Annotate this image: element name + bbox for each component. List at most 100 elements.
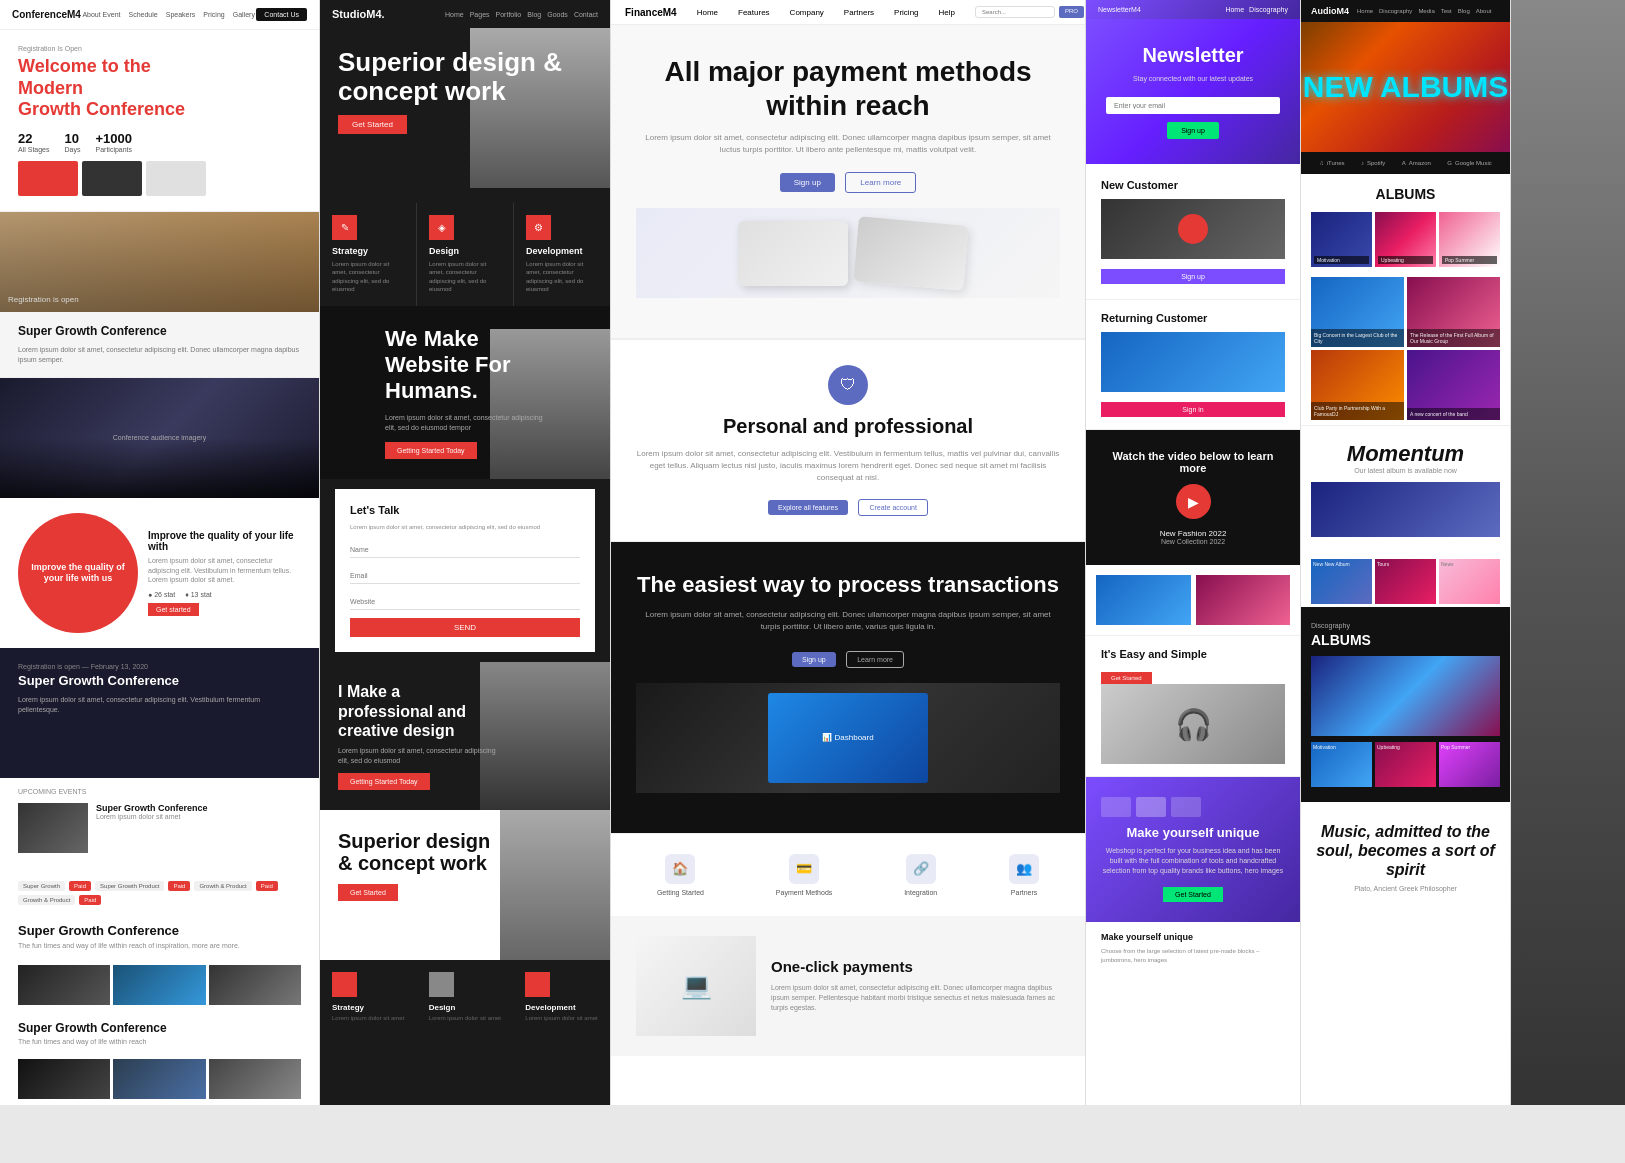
studio-email-input[interactable] bbox=[350, 568, 580, 584]
newsletter-video-title: Watch the video below to learn more bbox=[1101, 450, 1285, 474]
studio-website-input[interactable] bbox=[350, 594, 580, 610]
audio-event-1[interactable]: Big Concert in the Largest Club of the C… bbox=[1311, 277, 1404, 347]
studio-nav-pages[interactable]: Pages bbox=[470, 11, 490, 18]
audio-event-3[interactable]: Club Party in Partnership With a FamousD… bbox=[1311, 350, 1404, 420]
finance-one-click-section: 💻 One-click payments Lorem ipsum dolor s… bbox=[611, 916, 1085, 1056]
studio-getting-started-btn[interactable]: Getting Started Today bbox=[385, 442, 477, 459]
finance-logo: FinanceM4 bbox=[625, 7, 677, 18]
audio-amazon[interactable]: A Amazon bbox=[1402, 160, 1431, 166]
audio-nav-test[interactable]: Test bbox=[1441, 8, 1452, 14]
conf-tag-4[interactable]: Growth & Product bbox=[18, 895, 75, 905]
newsletter-easy-btn[interactable]: Get Started bbox=[1101, 672, 1152, 684]
finance-shield-icon: 🛡 bbox=[828, 365, 868, 405]
audio-event-2[interactable]: The Release of the First Full Album of O… bbox=[1407, 277, 1500, 347]
audio-disco-upbeating[interactable]: Upbeating bbox=[1375, 742, 1436, 787]
studio-nav-home[interactable]: Home bbox=[445, 11, 464, 18]
conf-nav-schedule[interactable]: Schedule bbox=[129, 11, 158, 18]
finance-create-btn[interactable]: Create account bbox=[858, 499, 927, 516]
conf-nav-pricing[interactable]: Pricing bbox=[203, 11, 224, 18]
newsletter-email-input[interactable] bbox=[1106, 97, 1280, 114]
studio-logo: StudioM4. bbox=[332, 8, 385, 20]
conf-nav-speakers[interactable]: Speakers bbox=[166, 11, 196, 18]
nl-nav-disco[interactable]: Discography bbox=[1249, 6, 1288, 13]
conf-tag-paid-2[interactable]: Paid bbox=[168, 881, 190, 891]
studio-dark-text: Lorem ipsum dolor sit amet, consectetur … bbox=[385, 413, 545, 433]
audio-nav-media[interactable]: Media bbox=[1418, 8, 1434, 14]
studio-strategy-icon: ✎ bbox=[332, 215, 357, 240]
studio-creative-cta-btn[interactable]: Getting Started Today bbox=[338, 773, 430, 790]
newsletter-coll-2 bbox=[1196, 575, 1291, 625]
audio-nav-blog[interactable]: Blog bbox=[1458, 8, 1470, 14]
newsletter-unique-btn[interactable]: Get Started bbox=[1163, 887, 1223, 902]
newsletter-video-section: Watch the video below to learn more ▶ Ne… bbox=[1086, 430, 1300, 565]
conf-tag-paid-1[interactable]: Paid bbox=[69, 881, 91, 891]
finance-nav-features[interactable]: Features bbox=[738, 8, 770, 17]
audio-tours[interactable]: Tours bbox=[1375, 559, 1436, 604]
finance-search-input[interactable] bbox=[975, 6, 1055, 18]
audio-event-4[interactable]: A new concert of the band bbox=[1407, 350, 1500, 420]
conf-thumb-3 bbox=[146, 161, 206, 196]
newsletter-submit-btn[interactable]: Sign up bbox=[1167, 122, 1219, 139]
finance-explore-btn[interactable]: Explore all features bbox=[768, 500, 848, 515]
studio-name-input[interactable] bbox=[350, 542, 580, 558]
conf-tag-3[interactable]: Growth & Product bbox=[194, 881, 251, 891]
audio-google-music[interactable]: G Google Music bbox=[1447, 160, 1491, 166]
finance-nav-company[interactable]: Company bbox=[790, 8, 824, 17]
studio-nav-goods[interactable]: Goods bbox=[547, 11, 568, 18]
newsletter-logo: NewsletterM4 bbox=[1098, 6, 1141, 13]
audio-album-upbeating[interactable]: Upbeating bbox=[1375, 212, 1436, 267]
conf-nav-about[interactable]: About Event bbox=[82, 11, 120, 18]
conf-section1-title: Super Growth Conference bbox=[18, 324, 301, 340]
column-finance: FinanceM4 Home Features Company Partners… bbox=[610, 0, 1085, 1105]
conf-section1-text: Lorem ipsum dolor sit amet, consectetur … bbox=[18, 345, 301, 365]
finance-payment-icon: 💳 bbox=[789, 854, 819, 884]
audio-new-album[interactable]: New New Album bbox=[1311, 559, 1372, 604]
audio-disco-pop-summer[interactable]: Pop Summer bbox=[1439, 742, 1500, 787]
audio-google-icon: G bbox=[1447, 160, 1452, 166]
audio-nav-disco[interactable]: Discography bbox=[1379, 8, 1412, 14]
finance-nav-partners[interactable]: Partners bbox=[844, 8, 874, 17]
studio-get-started-btn[interactable]: Get Started bbox=[338, 115, 407, 134]
studio-nav-blog[interactable]: Blog bbox=[527, 11, 541, 18]
audio-event-grid: Big Concert in the Largest Club of the C… bbox=[1301, 272, 1510, 425]
finance-dark-learn-btn[interactable]: Learn more bbox=[846, 651, 904, 668]
audio-album-pop-summer[interactable]: Pop Summer bbox=[1439, 212, 1500, 267]
conf-tag-paid-4[interactable]: Paid bbox=[79, 895, 101, 905]
studio-bottom-cta-btn[interactable]: Get Started bbox=[338, 884, 398, 901]
finance-hero-learn-btn[interactable]: Learn more bbox=[845, 172, 916, 193]
audio-spotify[interactable]: ♪ Spotify bbox=[1361, 160, 1385, 166]
audio-news[interactable]: News bbox=[1439, 559, 1500, 604]
studio-send-button[interactable]: SEND bbox=[350, 618, 580, 637]
audio-nav-home[interactable]: Home bbox=[1357, 8, 1373, 14]
conf-bt-2 bbox=[113, 1059, 205, 1099]
audio-nav-about[interactable]: About bbox=[1476, 8, 1492, 14]
finance-try-pro-btn[interactable]: PRO bbox=[1059, 6, 1084, 18]
newsletter-new-customer-btn[interactable]: Sign up bbox=[1101, 269, 1285, 284]
conf-tag-1[interactable]: Super Growth bbox=[18, 881, 65, 891]
conf-bottom-subtitle: The fun times and way of life within rea… bbox=[0, 1038, 319, 1053]
studio-nav-portfolio[interactable]: Portfolio bbox=[496, 11, 522, 18]
audio-disco-motivation[interactable]: Motivation bbox=[1311, 742, 1372, 787]
finance-nav-home[interactable]: Home bbox=[697, 8, 718, 17]
conf-tag-2[interactable]: Super Growth Product bbox=[95, 881, 164, 891]
audio-disco-main-image bbox=[1311, 656, 1500, 736]
conf-cta-button[interactable]: Contact Us bbox=[256, 8, 307, 21]
conf-nav-gallery[interactable]: Gallery bbox=[233, 11, 255, 18]
finance-nav-pricing[interactable]: Pricing bbox=[894, 8, 918, 17]
newsletter-easy-title: It's Easy and Simple bbox=[1101, 648, 1285, 660]
finance-hero-signup-btn[interactable]: Sign up bbox=[780, 173, 835, 192]
conf-get-started-btn[interactable]: Get started bbox=[148, 603, 199, 616]
newsletter-play-button[interactable]: ▶ bbox=[1176, 484, 1211, 519]
nl-nav-home[interactable]: Home bbox=[1225, 6, 1244, 13]
audio-album-motivation[interactable]: Motivation bbox=[1311, 212, 1372, 267]
studio-nav-contact[interactable]: Contact bbox=[574, 11, 598, 18]
studio-service-cards: ✎ Strategy Lorem ipsum dolor sit amet, c… bbox=[320, 203, 610, 306]
finance-nav-help[interactable]: Help bbox=[939, 8, 955, 17]
audio-itunes[interactable]: ♫ iTunes bbox=[1319, 160, 1344, 166]
finance-dark-signup-btn[interactable]: Sign up bbox=[792, 652, 836, 667]
newsletter-returning-btn[interactable]: Sign in bbox=[1101, 402, 1285, 417]
finance-hero: All major payment methods within reach L… bbox=[611, 25, 1085, 340]
audio-disco-album-row: Motivation Upbeating Pop Summer bbox=[1311, 742, 1500, 787]
newsletter-returning-section: Returning Customer Sign in bbox=[1086, 300, 1300, 430]
conf-tag-paid-3[interactable]: Paid bbox=[256, 881, 278, 891]
